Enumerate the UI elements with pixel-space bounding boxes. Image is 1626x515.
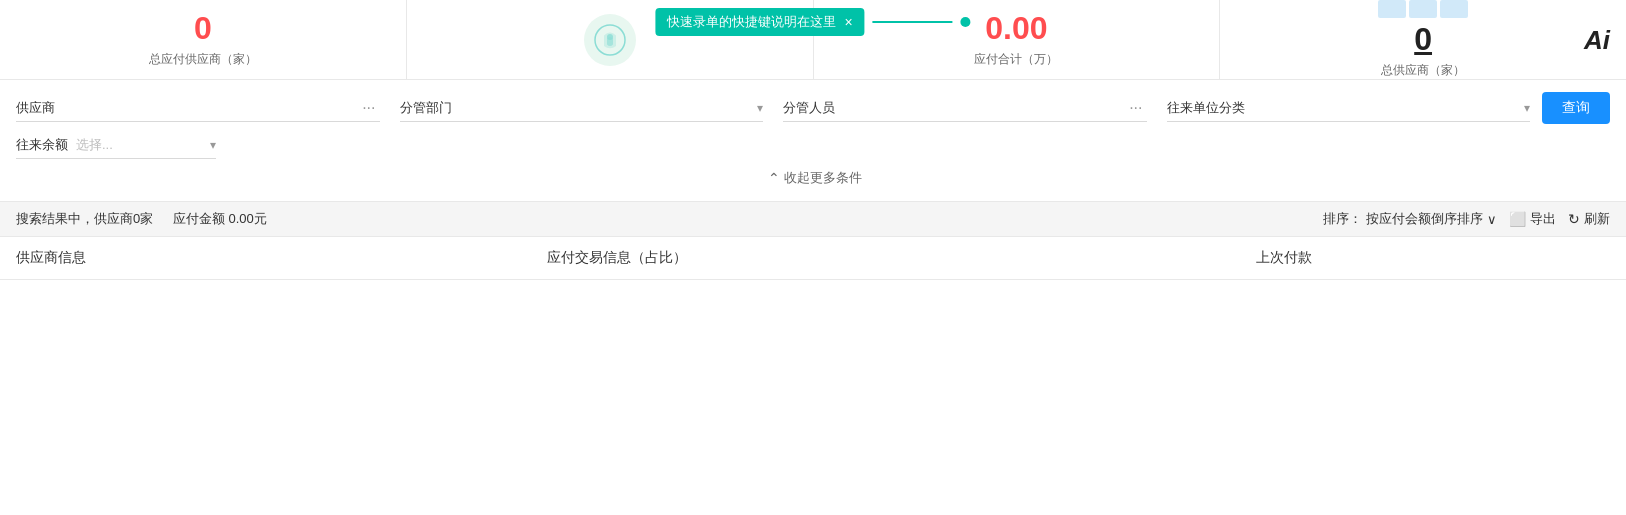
- tooltip-line: [873, 21, 953, 23]
- query-button[interactable]: 查询: [1542, 92, 1610, 124]
- tooltip-wrapper: 快速录单的快捷键说明在这里 ×: [655, 8, 970, 36]
- table-col-last-payment: 上次付款: [1256, 249, 1610, 267]
- result-info: 搜索结果中，供应商0家: [16, 211, 153, 226]
- collapse-icon: ⌃: [768, 170, 780, 186]
- department-input[interactable]: [460, 100, 758, 115]
- filter-bar: 供应商 ··· 分管部门 ▾ 分管人员 ··· 往来单位分类 ▾ 查询 往来余额…: [0, 80, 1626, 202]
- result-actions: 排序： 按应付会额倒序排序 ∨ ⬜ 导出 ↻ 刷新: [1323, 210, 1610, 228]
- icon-circle: [584, 14, 636, 66]
- total-suppliers-label: 总供应商（家）: [1381, 62, 1465, 79]
- ai-label: Ai: [1584, 24, 1610, 55]
- department-label: 分管部门: [400, 99, 452, 117]
- payable-total-label: 应付合计（万）: [974, 51, 1058, 68]
- table-col-supplier-info: 供应商信息: [16, 249, 547, 267]
- supplier-icon: [592, 22, 628, 58]
- department-filter: 分管部门 ▾: [400, 95, 764, 122]
- deco-box-3: [1440, 0, 1468, 18]
- filter-row-2: 往来余额 选择... ▾: [16, 132, 1610, 159]
- deco-box-1: [1378, 0, 1406, 18]
- unit-category-input[interactable]: [1255, 100, 1525, 115]
- department-chevron[interactable]: ▾: [757, 101, 763, 115]
- total-suppliers-value: 0: [1414, 22, 1432, 57]
- refresh-btn[interactable]: ↻ 刷新: [1568, 210, 1610, 228]
- table-body: [0, 280, 1626, 515]
- refresh-label: 刷新: [1584, 210, 1610, 228]
- person-input[interactable]: [843, 100, 1125, 115]
- filter-row-1: 供应商 ··· 分管部门 ▾ 分管人员 ··· 往来单位分类 ▾ 查询: [16, 92, 1610, 124]
- unit-category-label: 往来单位分类: [1167, 99, 1247, 117]
- sort-chevron: ∨: [1487, 212, 1497, 227]
- export-icon: ⬜: [1509, 211, 1526, 227]
- tooltip-text: 快速录单的快捷键说明在这里: [667, 13, 836, 31]
- svg-point-1: [607, 34, 613, 40]
- result-bar: 搜索结果中，供应商0家 应付金额 0.00元 排序： 按应付会额倒序排序 ∨ ⬜…: [0, 202, 1626, 237]
- balance-placeholder: 选择...: [76, 136, 210, 154]
- unit-category-filter: 往来单位分类 ▾: [1167, 95, 1531, 122]
- supplier-filter: 供应商 ···: [16, 95, 380, 122]
- sort-label: 排序：: [1323, 210, 1362, 228]
- balance-label: 往来余额: [16, 136, 68, 154]
- supplier-dots[interactable]: ···: [358, 99, 379, 117]
- payable-suppliers-value: 0: [194, 11, 212, 46]
- balance-chevron[interactable]: ▾: [210, 138, 216, 152]
- sort-value: 按应付会额倒序排序: [1366, 210, 1483, 228]
- sort-dropdown[interactable]: 排序： 按应付会额倒序排序 ∨: [1323, 210, 1497, 228]
- payable-total-value: 0.00: [985, 11, 1047, 46]
- export-btn[interactable]: ⬜ 导出: [1509, 210, 1556, 228]
- table-header: 供应商信息 应付交易信息（占比） 上次付款: [0, 237, 1626, 280]
- collapse-btn[interactable]: ⌃ 收起更多条件: [16, 163, 1610, 193]
- stats-bar: 0 总应付供应商（家） 0.00 应付合计（万） 快速录单的快捷键说明在这里 ×: [0, 0, 1626, 80]
- supplier-input[interactable]: [74, 100, 358, 115]
- person-filter: 分管人员 ···: [783, 95, 1147, 122]
- tooltip-bubble: 快速录单的快捷键说明在这里 ×: [655, 8, 864, 36]
- stat-right: 0 总供应商（家）: [1381, 22, 1465, 78]
- deco-box-2: [1409, 0, 1437, 18]
- collapse-text: 收起更多条件: [784, 169, 862, 187]
- tooltip-dot: [961, 17, 971, 27]
- stat-total-suppliers: 0 总供应商（家） Ai: [1220, 0, 1626, 79]
- table-col-payable-info: 应付交易信息（占比）: [547, 249, 1255, 267]
- unit-category-chevron[interactable]: ▾: [1524, 101, 1530, 115]
- stat-payable-suppliers: 0 总应付供应商（家）: [0, 0, 407, 79]
- decorative-boxes: [1378, 0, 1468, 18]
- export-label: 导出: [1530, 210, 1556, 228]
- balance-filter: 往来余额 选择... ▾: [16, 132, 216, 159]
- payable-suppliers-label: 总应付供应商（家）: [149, 51, 257, 68]
- result-amount: 应付金额 0.00元: [173, 211, 267, 226]
- supplier-label: 供应商: [16, 99, 66, 117]
- person-dots[interactable]: ···: [1125, 99, 1146, 117]
- person-label: 分管人员: [783, 99, 835, 117]
- tooltip-close-btn[interactable]: ×: [844, 15, 852, 29]
- refresh-icon: ↻: [1568, 211, 1580, 227]
- result-info-area: 搜索结果中，供应商0家 应付金额 0.00元: [16, 210, 267, 228]
